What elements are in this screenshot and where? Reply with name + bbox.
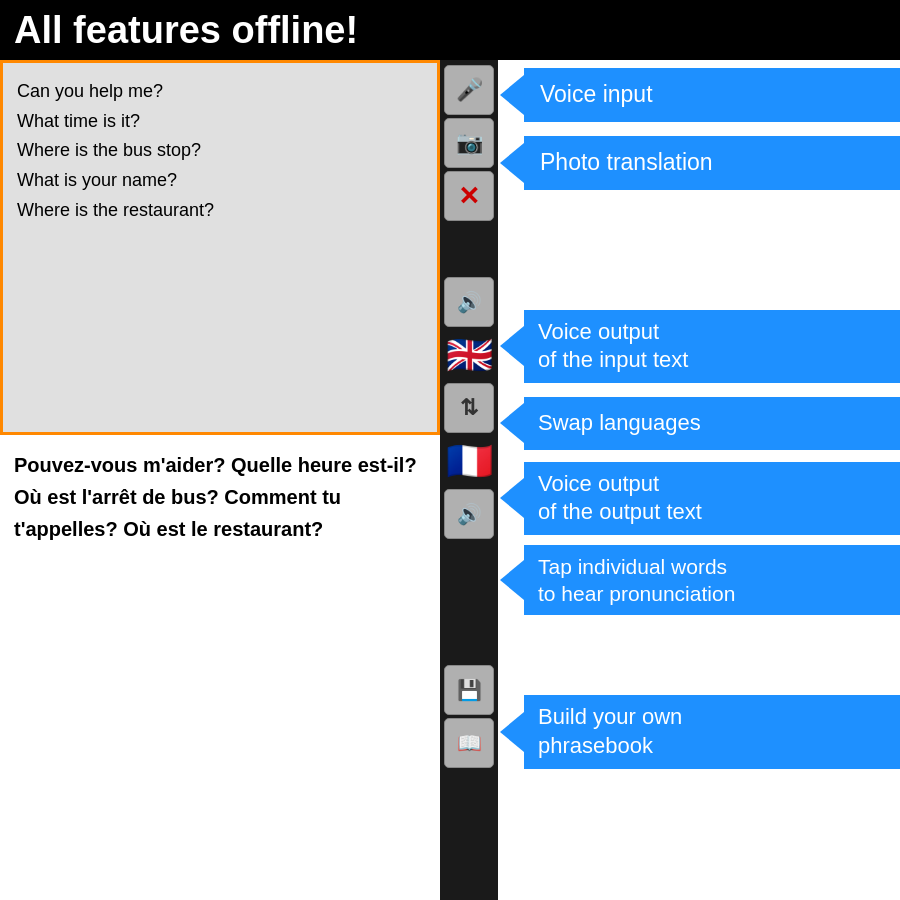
phrasebook-callout: Build your ownphrasebook [500, 695, 900, 768]
speaker-output-button[interactable]: 🔊 [444, 489, 494, 539]
left-panel: Can you help me?What time is it?Where is… [0, 60, 440, 900]
swap-languages-button[interactable]: ⇅ [444, 383, 494, 433]
target-language-button[interactable]: 🇫🇷 [444, 436, 494, 486]
fr-flag-icon: 🇫🇷 [446, 439, 493, 483]
speaker-input-icon: 🔊 [457, 290, 482, 314]
camera-button[interactable]: 📷 [444, 118, 494, 168]
swap-icon: ⇅ [460, 395, 478, 421]
tap-words-callout: Tap individual wordsto hear pronunciatio… [500, 545, 900, 616]
book-icon: 📖 [457, 731, 482, 755]
swap-languages-label: Swap languages [524, 397, 900, 450]
mic-button[interactable]: 🎤 [444, 65, 494, 115]
source-language-button[interactable]: 🇬🇧 [444, 330, 494, 380]
uk-flag-icon: 🇬🇧 [446, 333, 493, 377]
phrasebook-label: Build your ownphrasebook [524, 695, 900, 768]
voice-input-label: Voice input [524, 68, 900, 122]
voice-input-callout: Voice input [500, 68, 900, 122]
app-title: All features offline! [14, 9, 358, 52]
output-text: Pouvez-vous m'aider? Quelle heure est-il… [14, 454, 417, 540]
content-row: Can you help me?What time is it?Where is… [0, 60, 900, 900]
gap3 [500, 383, 900, 397]
voice-output-input-callout: Voice outputof the input text [500, 310, 900, 383]
output-box: Pouvez-vous m'aider? Quelle heure est-il… [0, 435, 440, 900]
voice-output-input-label: Voice outputof the input text [524, 310, 900, 383]
swap-languages-callout: Swap languages [500, 397, 900, 450]
gap2 [500, 190, 900, 310]
phrasebook-button[interactable]: 📖 [444, 718, 494, 768]
clear-button[interactable]: ✕ [444, 171, 494, 221]
callout-arrow5 [500, 478, 524, 518]
voice-output-output-callout: Voice outputof the output text [500, 462, 900, 535]
tap-words-label: Tap individual wordsto hear pronunciatio… [524, 545, 900, 616]
photo-translation-callout: Photo translation [500, 136, 900, 190]
callout-arrow3 [500, 326, 524, 366]
gap4 [500, 450, 900, 462]
mic-icon: 🎤 [456, 77, 483, 103]
speaker-input-button[interactable]: 🔊 [444, 277, 494, 327]
gap1 [500, 122, 900, 136]
gap6 [500, 615, 900, 695]
callout-arrow2 [500, 143, 524, 183]
gap-top [500, 60, 900, 68]
speaker-output-icon: 🔊 [457, 502, 482, 526]
app-container: All features offline! Can you help me?Wh… [0, 0, 900, 900]
callout-arrow7 [500, 712, 524, 752]
save-icon: 💾 [457, 678, 482, 702]
camera-icon: 📷 [456, 130, 483, 156]
header: All features offline! [0, 0, 900, 60]
callout-arrow [500, 75, 524, 115]
callout-arrow4 [500, 403, 524, 443]
photo-translation-label: Photo translation [524, 136, 900, 190]
callout-arrow6 [500, 560, 524, 600]
save-button[interactable]: 💾 [444, 665, 494, 715]
toolbar-col: 🎤 📷 ✕ 🔊 🇬🇧 ⇅ [440, 60, 498, 900]
gap5 [500, 535, 900, 545]
close-icon: ✕ [458, 181, 480, 212]
input-box[interactable]: Can you help me?What time is it?Where is… [0, 60, 440, 435]
callouts-panel: Voice input Photo translation Voice outp… [498, 60, 900, 900]
voice-output-output-label: Voice outputof the output text [524, 462, 900, 535]
input-text: Can you help me?What time is it?Where is… [17, 81, 214, 220]
